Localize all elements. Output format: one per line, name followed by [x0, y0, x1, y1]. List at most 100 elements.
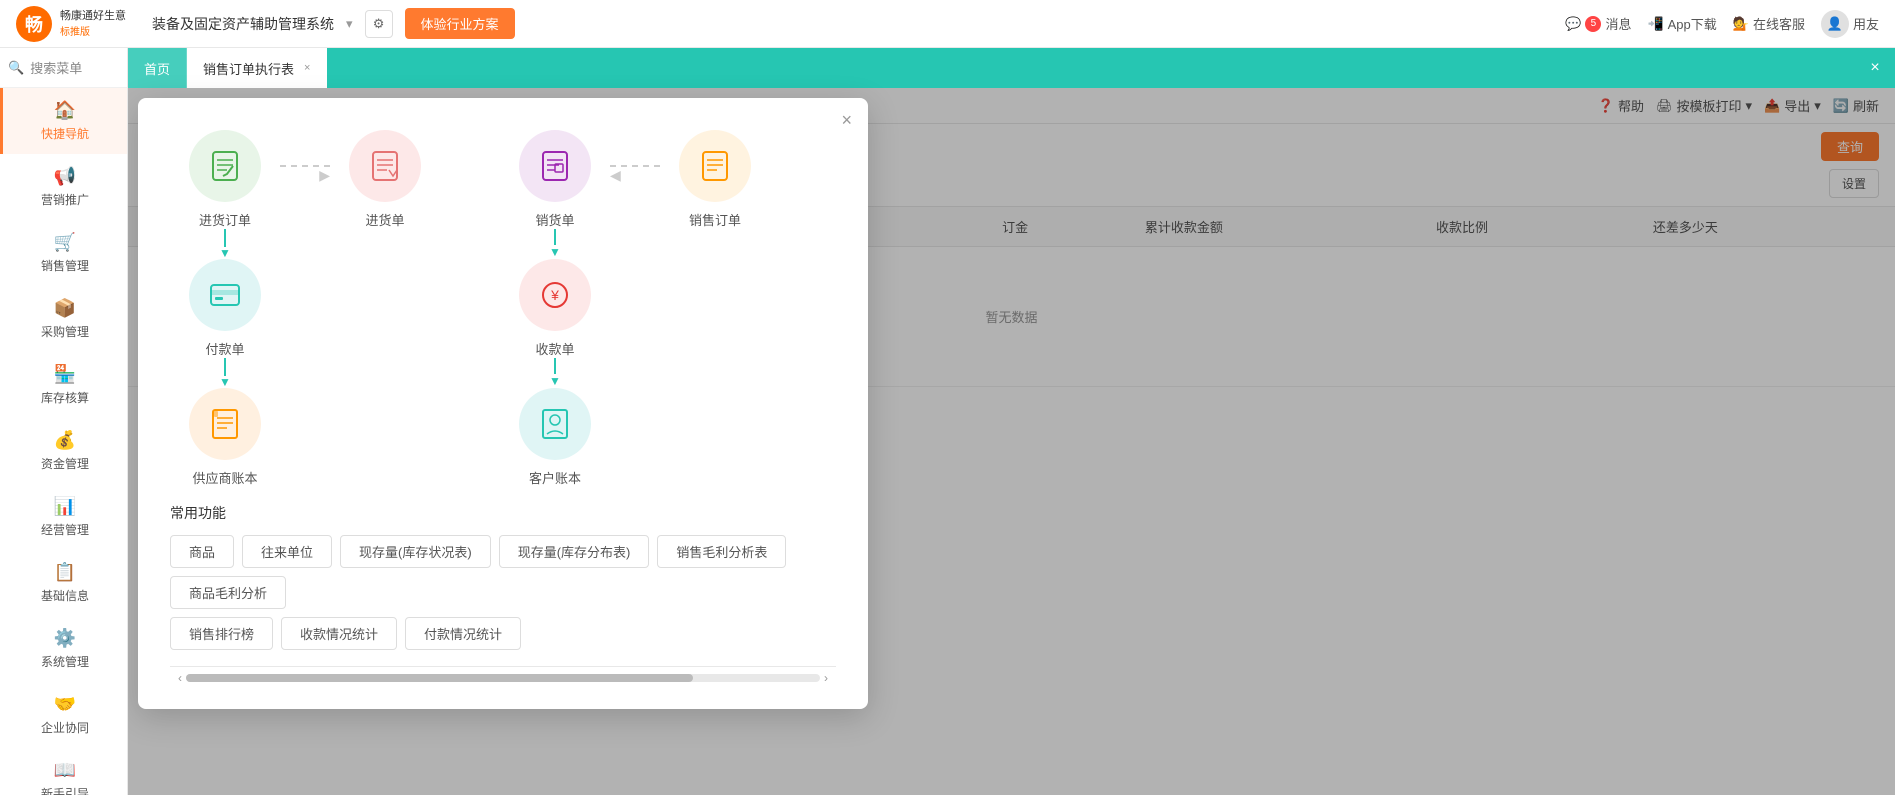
logo-icon: 畅	[16, 6, 52, 42]
operations-icon: 📊	[54, 496, 76, 517]
sidebar-item-finance[interactable]: 💰 资金管理	[0, 418, 127, 484]
flow-node-purchase-bill[interactable]: 进货单	[330, 130, 440, 229]
system-dropdown-icon[interactable]: ▾	[346, 16, 353, 32]
app-download-button[interactable]: 📲 App下载	[1647, 14, 1716, 33]
flow-node-sales-bill[interactable]: 销货单	[500, 130, 610, 229]
online-service-icon: 💁	[1733, 16, 1749, 32]
user-avatar: 👤	[1821, 10, 1849, 38]
sales-bill-circle	[519, 130, 591, 202]
flow-diagram: 进货订单 ▼ 付款单	[170, 130, 836, 487]
flow-node-sales-order[interactable]: 销售订单	[660, 130, 770, 229]
search-label: 搜索菜单	[30, 58, 82, 77]
common-btn-stock-distribution[interactable]: 现存量(库存分布表)	[499, 535, 650, 568]
receipt-label: 收款单	[535, 339, 574, 358]
common-btn-stock-status[interactable]: 现存量(库存状况表)	[340, 535, 491, 568]
tab-close-icon[interactable]: ×	[304, 62, 310, 74]
purchase-order-label: 进货订单	[199, 210, 251, 229]
common-btn-product-margin[interactable]: 商品毛利分析	[170, 576, 286, 609]
flow-node-payment[interactable]: 付款单	[170, 259, 280, 358]
common-btn-contacts[interactable]: 往来单位	[242, 535, 332, 568]
tab-sales-order-label: 销售订单执行表	[203, 59, 294, 78]
supplier-ledger-circle	[189, 388, 261, 460]
flow-col-left: 进货订单 ▼ 付款单	[170, 130, 280, 487]
sidebar-item-sales[interactable]: 🛒 销售管理	[0, 220, 127, 286]
tab-bar-close-btn[interactable]: ×	[1855, 48, 1895, 88]
common-btn-payment-stats[interactable]: 付款情况统计	[405, 617, 521, 650]
basic-info-label: 基础信息	[41, 587, 89, 604]
sidebar-item-system[interactable]: ⚙️ 系统管理	[0, 616, 127, 682]
payment-circle	[189, 259, 261, 331]
flow-node-customer-ledger[interactable]: 客户账本	[500, 388, 610, 487]
sidebar-item-basic-info[interactable]: 📋 基础信息	[0, 550, 127, 616]
common-functions-section: 常用功能 商品 往来单位 现存量(库存状况表) 现存量(库存分布表) 销售毛利分…	[170, 503, 836, 650]
sidebar-search[interactable]: 🔍 搜索菜单	[0, 48, 127, 88]
flow-h-arrow-top-right: ◀	[610, 130, 660, 218]
newbie-label: 新手引导	[41, 785, 89, 795]
sidebar-item-enterprise[interactable]: 🤝 企业协同	[0, 682, 127, 748]
scroll-thumb	[186, 674, 693, 682]
tab-home[interactable]: 首页	[128, 48, 187, 88]
flow-arrow-v-sales: ▼	[549, 229, 561, 259]
sales-icon: 🛒	[54, 232, 76, 253]
message-button[interactable]: 💬 5 消息	[1565, 14, 1631, 33]
common-functions-title: 常用功能	[170, 503, 836, 523]
sidebar-item-purchase[interactable]: 📦 采购管理	[0, 286, 127, 352]
scroll-right-arrow[interactable]: ›	[824, 671, 828, 685]
user-name: 用友	[1853, 14, 1879, 33]
finance-label: 资金管理	[41, 455, 89, 472]
flow-arrow-v-customer: ▼	[549, 358, 561, 388]
quick-nav-modal: × 进货订单	[138, 98, 868, 709]
purchase-icon: 📦	[54, 298, 76, 319]
customer-ledger-circle	[519, 388, 591, 460]
common-btn-product[interactable]: 商品	[170, 535, 234, 568]
top-bar: 畅 畅康通好生意 标推版 装备及固定资产辅助管理系统 ▾ ⚙ 体验行业方案 💬 …	[0, 0, 1895, 48]
flow-node-supplier-ledger[interactable]: 供应商账本	[170, 388, 280, 487]
system-icon: ⚙️	[54, 628, 76, 649]
quick-nav-label: 快捷导航	[41, 125, 89, 142]
flow-col-mid-left: 进货单	[330, 130, 440, 367]
sales-order-circle	[679, 130, 751, 202]
scroll-track[interactable]	[186, 674, 820, 682]
sidebar-item-inventory[interactable]: 🏪 库存核算	[0, 352, 127, 418]
flow-h-arrows-right: ◀	[610, 130, 660, 218]
trial-button[interactable]: 体验行业方案	[405, 8, 515, 39]
sidebar-item-operations[interactable]: 📊 经营管理	[0, 484, 127, 550]
flow-h-arrows-left: ▶	[280, 130, 330, 218]
flow-arrow-v1: ▼	[219, 229, 231, 259]
sales-bill-label: 销货单	[535, 210, 574, 229]
logo-area: 畅 畅康通好生意 标推版	[16, 6, 144, 42]
sidebar-item-quick-nav[interactable]: 🏠 快捷导航	[0, 88, 127, 154]
tab-sales-order[interactable]: 销售订单执行表 ×	[187, 48, 327, 88]
tab-bar: 首页 销售订单执行表 × ×	[128, 48, 1895, 88]
logo-text-block: 畅康通好生意 标推版	[60, 9, 126, 38]
flow-node-receipt[interactable]: ¥ 收款单	[500, 259, 610, 358]
svg-text:¥: ¥	[550, 287, 559, 303]
online-service-button[interactable]: 💁 在线客服	[1733, 14, 1805, 33]
purchase-bill-label: 进货单	[365, 210, 404, 229]
sidebar-item-newbie[interactable]: 📖 新手引导	[0, 748, 127, 795]
common-btn-sales-analysis[interactable]: 销售毛利分析表	[657, 535, 786, 568]
top-center: 装备及固定资产辅助管理系统 ▾ ⚙ 体验行业方案	[144, 8, 1565, 39]
flow-node-purchase-order[interactable]: 进货订单	[170, 130, 280, 229]
sales-label: 销售管理	[41, 257, 89, 274]
logo-char: 畅	[25, 11, 43, 37]
flow-arrow-v3: ▼	[219, 358, 231, 388]
settings-button[interactable]: ⚙	[365, 10, 393, 38]
marketing-icon: 📢	[54, 166, 76, 187]
common-btn-sales-ranking[interactable]: 销售排行榜	[170, 617, 273, 650]
finance-icon: 💰	[54, 430, 76, 451]
modal-overlay: × 进货订单	[128, 88, 1895, 795]
user-button[interactable]: 👤 用友	[1821, 10, 1879, 38]
system-name: 装备及固定资产辅助管理系统	[152, 14, 334, 34]
scroll-left-arrow[interactable]: ‹	[178, 671, 182, 685]
message-badge: 5	[1585, 16, 1601, 32]
logo-text: 畅康通好生意	[60, 9, 126, 23]
quick-nav-icon: 🏠	[54, 100, 76, 121]
common-btn-receipt-stats[interactable]: 收款情况统计	[281, 617, 397, 650]
app-download-label: App下载	[1668, 14, 1717, 33]
flow-h-arrow-top-left: ▶	[280, 130, 330, 218]
modal-close-button[interactable]: ×	[841, 110, 852, 131]
operations-label: 经营管理	[41, 521, 89, 538]
payment-label: 付款单	[205, 339, 244, 358]
sidebar-item-marketing[interactable]: 📢 营销推广	[0, 154, 127, 220]
